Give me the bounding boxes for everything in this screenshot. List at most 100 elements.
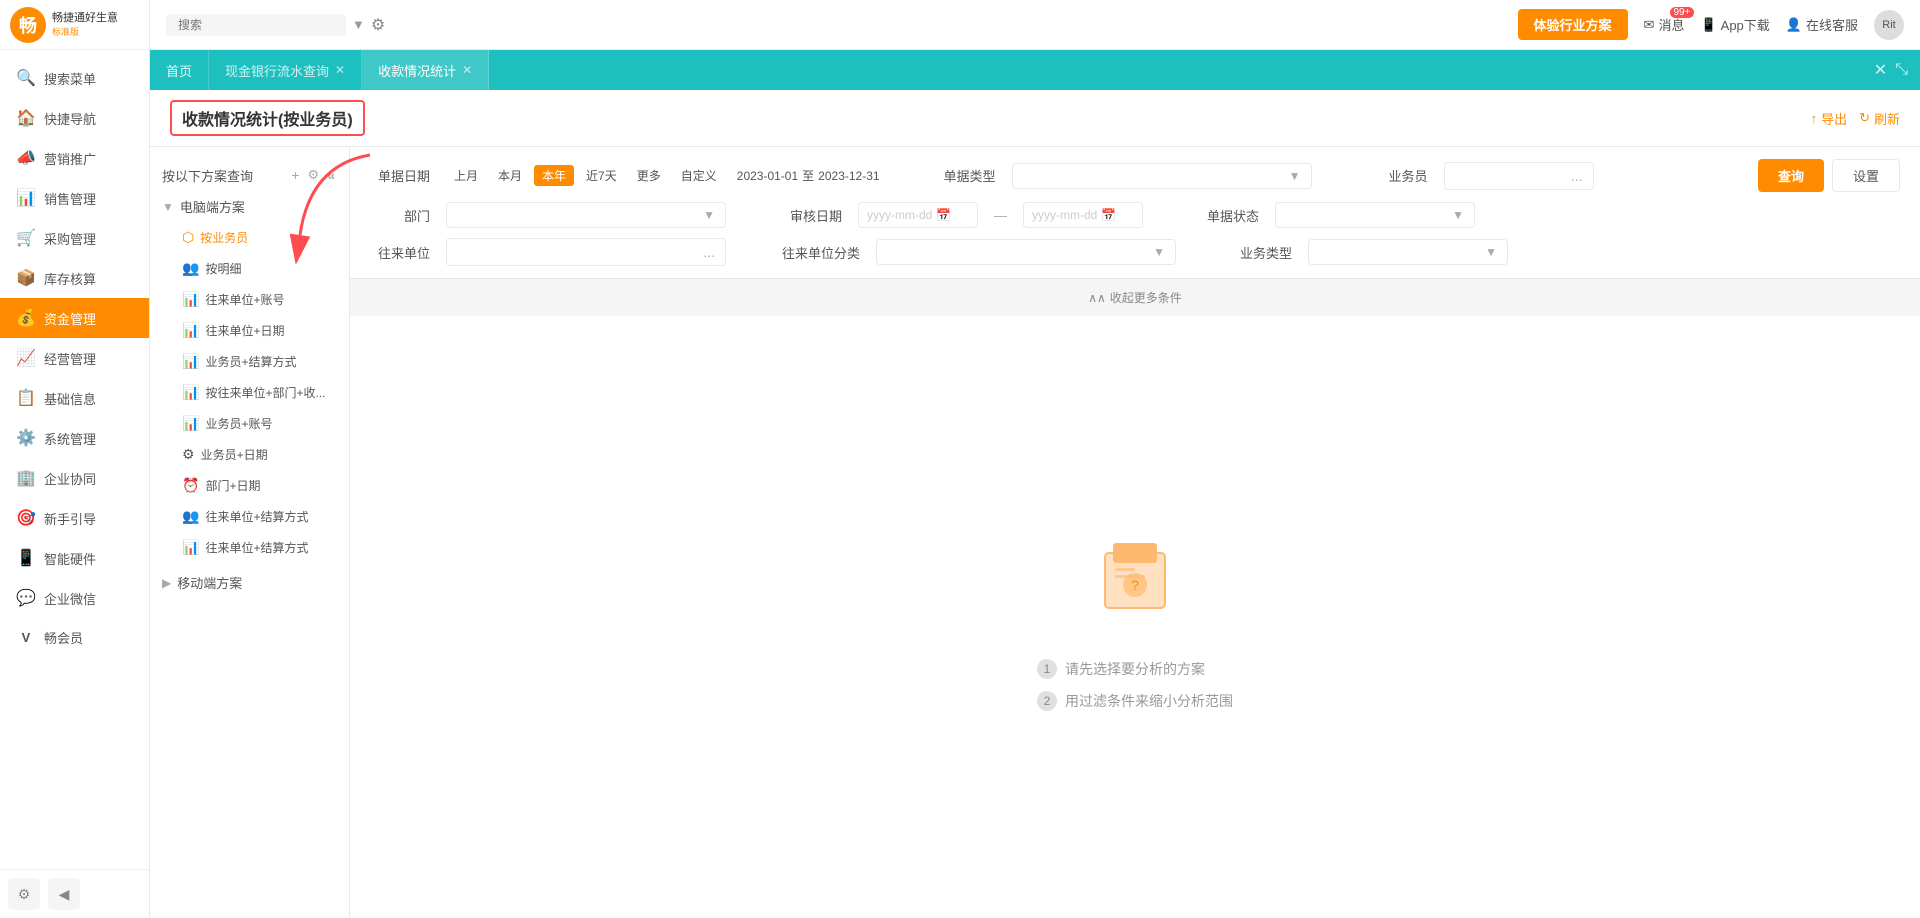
filter-row-2: 部门 ▼ 审核日期 yyyy-mm-dd 📅 — yyyy-mm-dd (370, 202, 1900, 228)
scheme-item-salesperson-account[interactable]: 📊 业务员+账号 (170, 408, 349, 439)
record-type-input[interactable]: ▼ (1012, 163, 1312, 189)
tab-bank[interactable]: 现金银行流水查询 ✕ (209, 50, 362, 90)
business-type-input[interactable]: ▼ (1308, 239, 1508, 265)
date-opt-more[interactable]: 更多 (629, 165, 669, 186)
sidebar-item-wechat[interactable]: 💬 企业微信 (0, 578, 149, 618)
date-range: 2023-01-01 至 2023-12-31 (737, 167, 880, 184)
refresh-button[interactable]: ↻ 刷新 (1859, 109, 1900, 128)
review-date-to[interactable]: yyyy-mm-dd 📅 (1023, 202, 1143, 228)
scheme-item-unit-dept[interactable]: 📊 按往来单位+部门+收... (170, 377, 349, 408)
date-opt-lastmonth[interactable]: 上月 (446, 165, 486, 186)
left-panel-header: 按以下方案查询 + ⚙ « (150, 159, 349, 191)
trial-button[interactable]: 体验行业方案 (1518, 9, 1628, 40)
sidebar-item-search[interactable]: 🔍 搜索菜单 (0, 58, 149, 98)
tab-spacer (489, 50, 1862, 90)
mobile-group-header[interactable]: ▶ 移动端方案 (150, 567, 349, 598)
scheme-icon-10: 📊 (182, 539, 199, 556)
online-service-btn[interactable]: 👤 在线客服 (1786, 15, 1858, 34)
empty-tip-1: 1 请先选择要分析的方案 (1037, 659, 1233, 679)
member-icon: V (16, 630, 36, 645)
record-status-dropdown-icon: ▼ (1452, 208, 1464, 222)
main-area: ▼ ⚙ 体验行业方案 ✉ 消息 99+ 📱 App下载 👤 在线客服 Rit (150, 0, 1920, 918)
close-window-btn[interactable]: ✕ (1874, 60, 1887, 80)
sidebar-item-newguide[interactable]: 🎯 新手引导 (0, 498, 149, 538)
message-btn[interactable]: ✉ 消息 99+ (1644, 15, 1685, 34)
sidebar-item-finance[interactable]: 💰 资金管理 (0, 298, 149, 338)
salesperson-label: 业务员 (1368, 166, 1428, 185)
add-scheme-btn[interactable]: + (289, 165, 301, 185)
tab-home[interactable]: 首页 (150, 50, 209, 90)
sidebar-item-quicknav[interactable]: 🏠 快捷导航 (0, 98, 149, 138)
salesperson-dots[interactable]: ... (1571, 168, 1583, 184)
scheme-icon-0: ⬡ (182, 229, 194, 246)
sidebar-item-operations[interactable]: 📈 经营管理 (0, 338, 149, 378)
sidebar-item-member[interactable]: V 畅会员 (0, 618, 149, 657)
sidebar-item-inventory[interactable]: 📦 库存核算 (0, 258, 149, 298)
record-type-dropdown-icon: ▼ (1289, 169, 1301, 183)
query-button[interactable]: 查询 (1758, 159, 1824, 192)
export-button[interactable]: ↑ 导出 (1811, 109, 1848, 128)
scheme-item-unit-settle1[interactable]: 👥 往来单位+结算方式 (170, 501, 349, 532)
record-type-label: 单据类型 (936, 166, 996, 185)
filter-row-3: 往来单位 ... 往来单位分类 ▼ 业务类型 ▼ (370, 238, 1900, 266)
scheme-item-unit-settle2[interactable]: 📊 往来单位+结算方式 (170, 532, 349, 563)
header-search-input[interactable] (166, 14, 346, 36)
system-icon: ⚙️ (16, 428, 36, 448)
salesperson-input[interactable]: ... (1444, 162, 1594, 190)
tab-bank-close[interactable]: ✕ (335, 63, 345, 77)
date-opt-thismonth[interactable]: 本月 (490, 165, 530, 186)
filter-actions: 查询 设置 (1758, 159, 1900, 192)
scheme-item-dept-date[interactable]: ⏰ 部门+日期 (170, 470, 349, 501)
contact-input[interactable]: ... (446, 238, 726, 266)
settings-button[interactable]: 设置 (1832, 159, 1900, 192)
sidebar-item-system[interactable]: ⚙️ 系统管理 (0, 418, 149, 458)
sidebar-item-sales[interactable]: 📊 销售管理 (0, 178, 149, 218)
collapse-sidebar-btn[interactable]: ◀ (48, 878, 80, 910)
collapse-bar[interactable]: ∧∧ 收起更多条件 (350, 279, 1920, 316)
empty-icon-svg: ? (1085, 523, 1185, 623)
sidebar-item-basic[interactable]: 📋 基础信息 (0, 378, 149, 418)
scheme-item-unit-date[interactable]: 📊 往来单位+日期 (170, 315, 349, 346)
scheme-item-salesperson-date[interactable]: ⚙ 业务员+日期 (170, 439, 349, 470)
page-header-actions: ↑ 导出 ↻ 刷新 (1811, 109, 1900, 128)
date-opt-thisyear[interactable]: 本年 (534, 165, 574, 186)
scheme-item-salesperson-settle[interactable]: 📊 业务员+结算方式 (170, 346, 349, 377)
scheme-item-detail[interactable]: 👥 按明细 (170, 253, 349, 284)
review-date-from[interactable]: yyyy-mm-dd 📅 (858, 202, 978, 228)
maximize-window-btn[interactable]: ⤡ (1895, 61, 1908, 79)
sidebar-item-enterprise[interactable]: 🏢 企业协同 (0, 458, 149, 498)
sidebar-item-hardware[interactable]: 📱 智能硬件 (0, 538, 149, 578)
settings-gear-icon[interactable]: ⚙ (371, 15, 385, 35)
desktop-group-header[interactable]: ▼ 电脑端方案 (150, 191, 349, 222)
sidebar-item-marketing[interactable]: 📣 营销推广 (0, 138, 149, 178)
page-content: 收款情况统计(按业务员) ↑ 导出 ↻ 刷新 按以下方案查询 (150, 90, 1920, 918)
tab-receipt-close[interactable]: ✕ (462, 63, 472, 77)
contact-category-input[interactable]: ▼ (876, 239, 1176, 265)
settings-scheme-btn[interactable]: ⚙ (306, 165, 322, 185)
user-avatar[interactable]: Rit (1874, 10, 1904, 40)
record-status-input[interactable]: ▼ (1275, 202, 1475, 228)
left-panel: 按以下方案查询 + ⚙ « ▼ 电脑端方案 ⬡ (150, 147, 350, 918)
date-opt-7days[interactable]: 近7天 (578, 165, 625, 186)
date-label: 单据日期 (370, 166, 430, 185)
empty-state: ? 1 请先选择要分析的方案 (350, 316, 1920, 918)
date-opt-custom[interactable]: 自定义 (673, 165, 725, 186)
settings-bottom-btn[interactable]: ⚙ (8, 878, 40, 910)
tab-receipt[interactable]: 收款情况统计 ✕ (362, 50, 489, 90)
review-date-label: 审核日期 (782, 206, 842, 225)
right-panel: 单据日期 上月 本月 本年 近7天 更多 自定义 2023-01-01 至 (350, 147, 1920, 918)
content-area: 按以下方案查询 + ⚙ « ▼ 电脑端方案 ⬡ (150, 147, 1920, 918)
app-download-btn[interactable]: 📱 App下载 (1700, 15, 1769, 34)
collapse-more-btn[interactable]: ∧∧ 收起更多条件 (1088, 289, 1182, 306)
sidebar-bottom: ⚙ ◀ (0, 869, 149, 918)
scheme-item-salesperson[interactable]: ⬡ 按业务员 (170, 222, 349, 253)
svg-text:?: ? (1131, 577, 1139, 593)
collapse-panel-btn[interactable]: « (325, 165, 337, 185)
page-header: 收款情况统计(按业务员) ↑ 导出 ↻ 刷新 (150, 90, 1920, 147)
scheme-item-unit-account[interactable]: 📊 往来单位+账号 (170, 284, 349, 315)
dropdown-icon[interactable]: ▼ (352, 17, 365, 32)
contact-dots[interactable]: ... (703, 244, 715, 260)
business-type-dropdown-icon: ▼ (1485, 245, 1497, 259)
dept-input[interactable]: ▼ (446, 202, 726, 228)
sidebar-item-purchase[interactable]: 🛒 采购管理 (0, 218, 149, 258)
